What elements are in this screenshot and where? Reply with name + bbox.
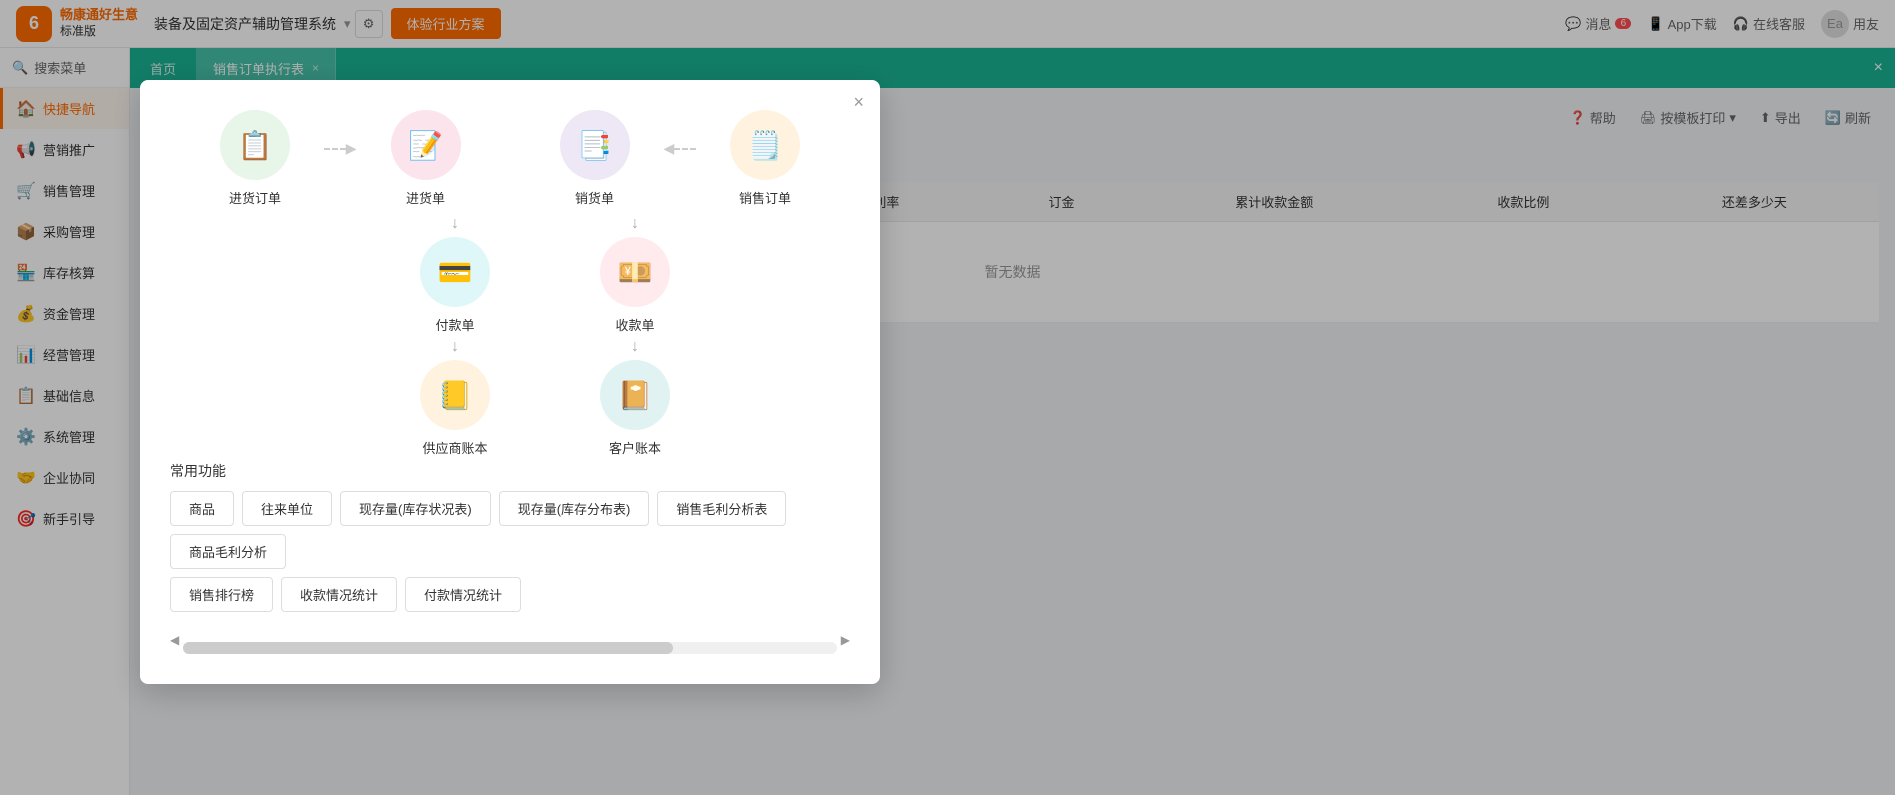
btn-sales-ranking[interactable]: 销售排行榜 <box>170 577 273 612</box>
btn-product[interactable]: 商品 <box>170 491 234 526</box>
btn-product-margin[interactable]: 商品毛利分析 <box>170 534 286 569</box>
sales-slip-circle: 📑 <box>560 110 630 180</box>
wf-payment[interactable]: 💳 付款单 <box>390 237 520 334</box>
payment-circle: 💳 <box>420 237 490 307</box>
wf-customer-ledger[interactable]: 📔 客户账本 <box>570 360 700 457</box>
wf-receipt[interactable]: 💴 收款单 <box>570 237 700 334</box>
arrow-down-supplier: ↓ <box>451 338 459 356</box>
arrow-down-customer: ↓ <box>631 338 639 356</box>
arrow-purchase-to-slip: ▶ <box>324 140 357 157</box>
workflow-diagram: 📋 进货订单 ▶ 📝 进货单 📑 销货单 <box>170 110 850 457</box>
btn-stock-dist[interactable]: 现存量(库存分布表) <box>499 491 650 526</box>
purchase-order-circle: 📋 <box>220 110 290 180</box>
btn-stock-status[interactable]: 现存量(库存状况表) <box>340 491 491 526</box>
modal-scroll-container: ◀ ▶ <box>170 626 850 654</box>
wf-purchase-slip[interactable]: 📝 进货单 <box>361 110 491 207</box>
scroll-right-arrow[interactable]: ▶ <box>841 633 850 647</box>
wf-sales-order[interactable]: 🗒️ 销售订单 <box>700 110 830 207</box>
btn-receipt-stats[interactable]: 收款情况统计 <box>281 577 397 612</box>
purchase-slip-circle: 📝 <box>391 110 461 180</box>
wf-left-col: ↓ 💳 付款单 ↓ 📒 供应商账本 <box>390 215 520 457</box>
customer-ledger-circle: 📔 <box>600 360 670 430</box>
wf-right-col: ↓ 💴 收款单 ↓ 📔 客户账本 <box>570 215 700 457</box>
modal-close-button[interactable]: × <box>853 92 864 113</box>
common-functions-section: 常用功能 商品 往来单位 现存量(库存状况表) 现存量(库存分布表) 销售毛利分… <box>170 461 850 612</box>
receipt-circle: 💴 <box>600 237 670 307</box>
btn-sales-margin[interactable]: 销售毛利分析表 <box>657 491 786 526</box>
common-buttons-row1: 商品 往来单位 现存量(库存状况表) 现存量(库存分布表) 销售毛利分析表 商品… <box>170 491 850 569</box>
common-functions-title: 常用功能 <box>170 461 850 481</box>
btn-contacts[interactable]: 往来单位 <box>242 491 332 526</box>
wf-purchase-order[interactable]: 📋 进货订单 <box>190 110 320 207</box>
modal-overlay[interactable]: × 📋 进货订单 ▶ 📝 进货单 <box>0 0 1895 795</box>
wf-sales-slip[interactable]: 📑 销货单 <box>530 110 660 207</box>
wf-supplier-ledger[interactable]: 📒 供应商账本 <box>390 360 520 457</box>
scrollbar-thumb[interactable] <box>183 642 673 654</box>
arrow-order-to-slip: ◀ <box>664 140 697 157</box>
supplier-ledger-circle: 📒 <box>420 360 490 430</box>
common-buttons-row2: 销售排行榜 收款情况统计 付款情况统计 <box>170 577 850 612</box>
workflow-row1: 📋 进货订单 ▶ 📝 进货单 📑 销货单 <box>190 110 830 207</box>
workflow-modal: × 📋 进货订单 ▶ 📝 进货单 <box>140 80 880 684</box>
sales-order-circle: 🗒️ <box>730 110 800 180</box>
workflow-row2: ↓ 💳 付款单 ↓ 📒 供应商账本 ↓ 💴 收 <box>190 215 830 457</box>
arrow-down-payment: ↓ <box>451 215 459 233</box>
arrow-down-receipt: ↓ <box>631 215 639 233</box>
modal-scrollbar[interactable] <box>183 642 837 654</box>
scroll-left-arrow[interactable]: ◀ <box>170 633 179 647</box>
btn-payment-stats[interactable]: 付款情况统计 <box>405 577 521 612</box>
